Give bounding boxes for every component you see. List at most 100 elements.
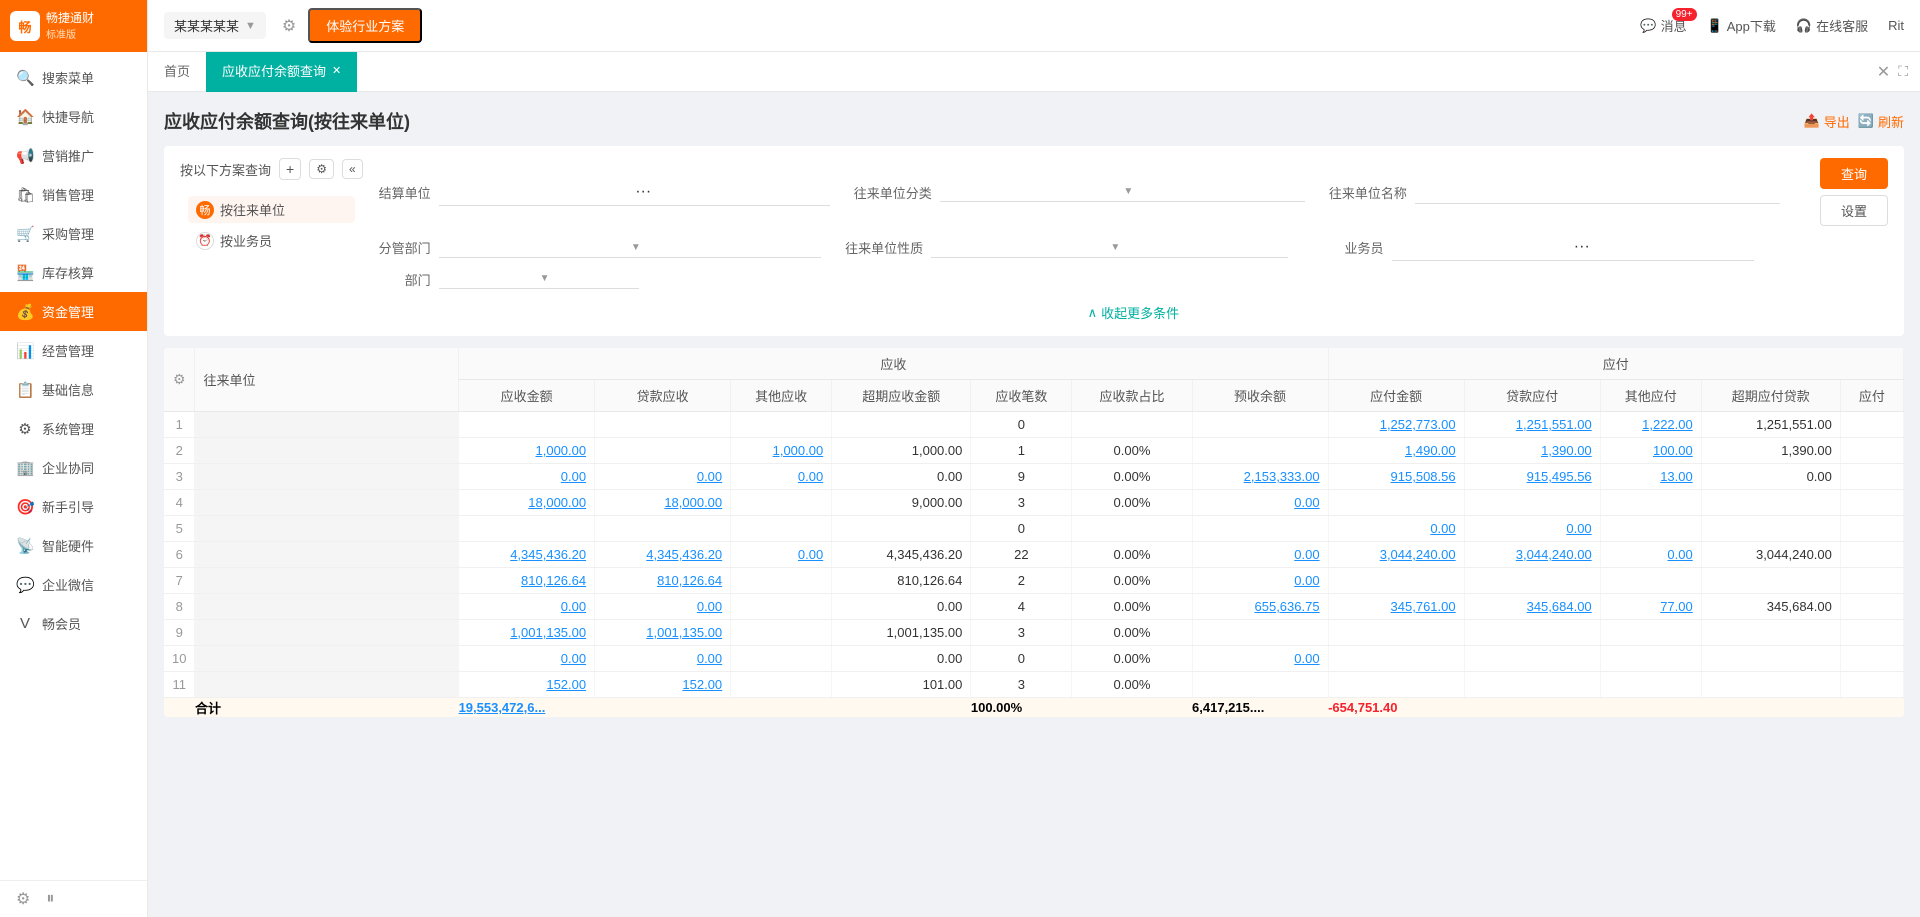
col-ap-group-th: 应付	[1328, 348, 1903, 380]
cell-link[interactable]: 18,000.00	[528, 495, 586, 510]
settlement-unit-dropdown[interactable]: ···	[439, 179, 830, 206]
dept-charge-dropdown[interactable]: ▼	[439, 238, 821, 258]
cell-link[interactable]: 152.00	[546, 677, 586, 692]
export-button[interactable]: 📤 导出	[1804, 112, 1850, 131]
refresh-button[interactable]: 🔄 刷新	[1858, 112, 1904, 131]
cell-link[interactable]: 1,251,551.00	[1516, 417, 1592, 432]
query-button[interactable]: 查询	[1820, 158, 1888, 189]
gear-icon[interactable]: ⚙	[282, 16, 296, 36]
cell-link[interactable]: 0.00	[697, 651, 722, 666]
sidebar-label-marketing: 营销推广	[42, 146, 94, 165]
cell-link[interactable]: 1,490.00	[1405, 443, 1456, 458]
settlement-dots[interactable]: ···	[635, 183, 824, 201]
cell-link[interactable]: 2,153,333.00	[1244, 469, 1320, 484]
cell-link[interactable]: 915,508.56	[1391, 469, 1456, 484]
sidebar-item-sales[interactable]: 🛍销售管理	[0, 175, 147, 214]
cell-ap-other: 1,222.00	[1600, 412, 1701, 438]
table-settings-icon[interactable]: ⚙	[173, 371, 186, 387]
cell-link[interactable]: 0.00	[697, 469, 722, 484]
sidebar-item-system[interactable]: ⚙系统管理	[0, 409, 147, 448]
cell-link[interactable]: 0.00	[1294, 547, 1319, 562]
user-avatar[interactable]: Rit	[1888, 18, 1904, 33]
scheme-back-button[interactable]: «	[342, 159, 363, 179]
cell-link[interactable]: 18,000.00	[664, 495, 722, 510]
partner-category-dropdown[interactable]: ▼	[940, 182, 1305, 202]
settings-icon[interactable]: ⚙	[16, 889, 30, 909]
sidebar-item-operations[interactable]: 📊经营管理	[0, 331, 147, 370]
sidebar-item-hardware[interactable]: 📡智能硬件	[0, 526, 147, 565]
sidebar-item-inventory[interactable]: 🏪库存核算	[0, 253, 147, 292]
tab-close-icon[interactable]: ✕	[332, 64, 341, 77]
sidebar-item-marketing[interactable]: 📢营销推广	[0, 136, 147, 175]
cell-link[interactable]: 0.00	[798, 469, 823, 484]
add-scheme-button[interactable]: +	[279, 158, 301, 180]
promo-button[interactable]: 体验行业方案	[308, 8, 422, 43]
cell-link[interactable]: 655,636.75	[1255, 599, 1320, 614]
cell-link[interactable]: 345,684.00	[1527, 599, 1592, 614]
sidebar-item-wechat[interactable]: 💬企业微信	[0, 565, 147, 604]
option-by-salesman[interactable]: ⏰ 按业务员	[188, 227, 355, 254]
partner-name-input[interactable]	[1415, 180, 1780, 204]
sidebar-item-purchase[interactable]: 🛒采购管理	[0, 214, 147, 253]
cell-link[interactable]: 0.00	[697, 599, 722, 614]
tab-ar-ap[interactable]: 应收应付余额查询 ✕	[206, 52, 357, 92]
cell-link[interactable]: 1,000.00	[773, 443, 824, 458]
cell-link[interactable]: 0.00	[561, 651, 586, 666]
cell-link[interactable]: 1,252,773.00	[1380, 417, 1456, 432]
cell-link[interactable]: 0.00	[798, 547, 823, 562]
sidebar-item-enterprise[interactable]: 🏢企业协同	[0, 448, 147, 487]
sidebar-item-basic-info[interactable]: 📋基础信息	[0, 370, 147, 409]
cell-link[interactable]: 0.00	[561, 599, 586, 614]
sidebar-item-guide[interactable]: 🎯新手引导	[0, 487, 147, 526]
label-settlement: 结算单位	[379, 183, 439, 202]
partner-nature-dropdown[interactable]: ▼	[931, 238, 1287, 258]
option-by-partner[interactable]: 畅 按往来单位	[188, 196, 355, 223]
cell-link[interactable]: 1,001,135.00	[510, 625, 586, 640]
cell-link[interactable]: 0.00	[1667, 547, 1692, 562]
cell-link[interactable]: 810,126.64	[521, 573, 586, 588]
cell-link[interactable]: 100.00	[1653, 443, 1693, 458]
dept-dropdown[interactable]: ▼	[439, 269, 639, 289]
collapse-icon[interactable]: ⏸	[46, 890, 54, 908]
tab-expand-icon[interactable]: ⛶	[1898, 63, 1908, 80]
footer-ar-total[interactable]: 19,553,472,6...	[459, 698, 595, 718]
sidebar-item-member[interactable]: V畅会员	[0, 604, 147, 643]
cell-link[interactable]: 77.00	[1660, 599, 1693, 614]
online-service-button[interactable]: 🎧 在线客服	[1796, 16, 1868, 35]
cell-ap-other: 77.00	[1600, 594, 1701, 620]
scheme-settings-button[interactable]: ⚙	[309, 159, 334, 179]
cell-link[interactable]: 0.00	[1430, 521, 1455, 536]
cell-link[interactable]: 1,000.00	[536, 443, 587, 458]
sidebar-item-capital[interactable]: 💰资金管理	[0, 292, 147, 331]
tab-home[interactable]: 首页	[148, 52, 206, 92]
cell-link[interactable]: 0.00	[1294, 573, 1319, 588]
cell-link[interactable]: 0.00	[1294, 495, 1319, 510]
salesman-dropdown[interactable]: ···	[1392, 234, 1754, 261]
cell-link[interactable]: 915,495.56	[1527, 469, 1592, 484]
salesman-dots[interactable]: ···	[1574, 238, 1748, 256]
cell-link[interactable]: 0.00	[1294, 651, 1319, 666]
app-download-label: App下载	[1727, 16, 1776, 35]
settings-button[interactable]: 设置	[1820, 195, 1888, 226]
cell-link[interactable]: 4,345,436.20	[510, 547, 586, 562]
cell-link[interactable]: 1,222.00	[1642, 417, 1693, 432]
cell-link[interactable]: 345,761.00	[1391, 599, 1456, 614]
sidebar-item-search-menu[interactable]: 🔍搜索菜单	[0, 58, 147, 97]
collapse-button[interactable]: ∧ 收起更多条件	[379, 297, 1888, 328]
cell-link[interactable]: 3,044,240.00	[1380, 547, 1456, 562]
cell-link[interactable]: 3,044,240.00	[1516, 547, 1592, 562]
tab-close-window-icon[interactable]: ✕	[1877, 62, 1890, 82]
cell-link[interactable]: 1,390.00	[1541, 443, 1592, 458]
app-download-button[interactable]: 📱 App下载	[1707, 16, 1776, 35]
sidebar-item-quick-nav[interactable]: 🏠快捷导航	[0, 97, 147, 136]
messages-button[interactable]: 💬 消息 99+	[1640, 16, 1686, 35]
cell-link[interactable]: 152.00	[682, 677, 722, 692]
cell-link[interactable]: 0.00	[1566, 521, 1591, 536]
cell-link[interactable]: 13.00	[1660, 469, 1693, 484]
cell-link[interactable]: 1,001,135.00	[646, 625, 722, 640]
cell-link[interactable]: 4,345,436.20	[646, 547, 722, 562]
search-fields-area: 结算单位 ··· 往来单位分类 ▼	[379, 158, 1888, 328]
cell-link[interactable]: 810,126.64	[657, 573, 722, 588]
company-selector[interactable]: 某某某某某 ▼	[164, 12, 266, 39]
cell-link[interactable]: 0.00	[561, 469, 586, 484]
